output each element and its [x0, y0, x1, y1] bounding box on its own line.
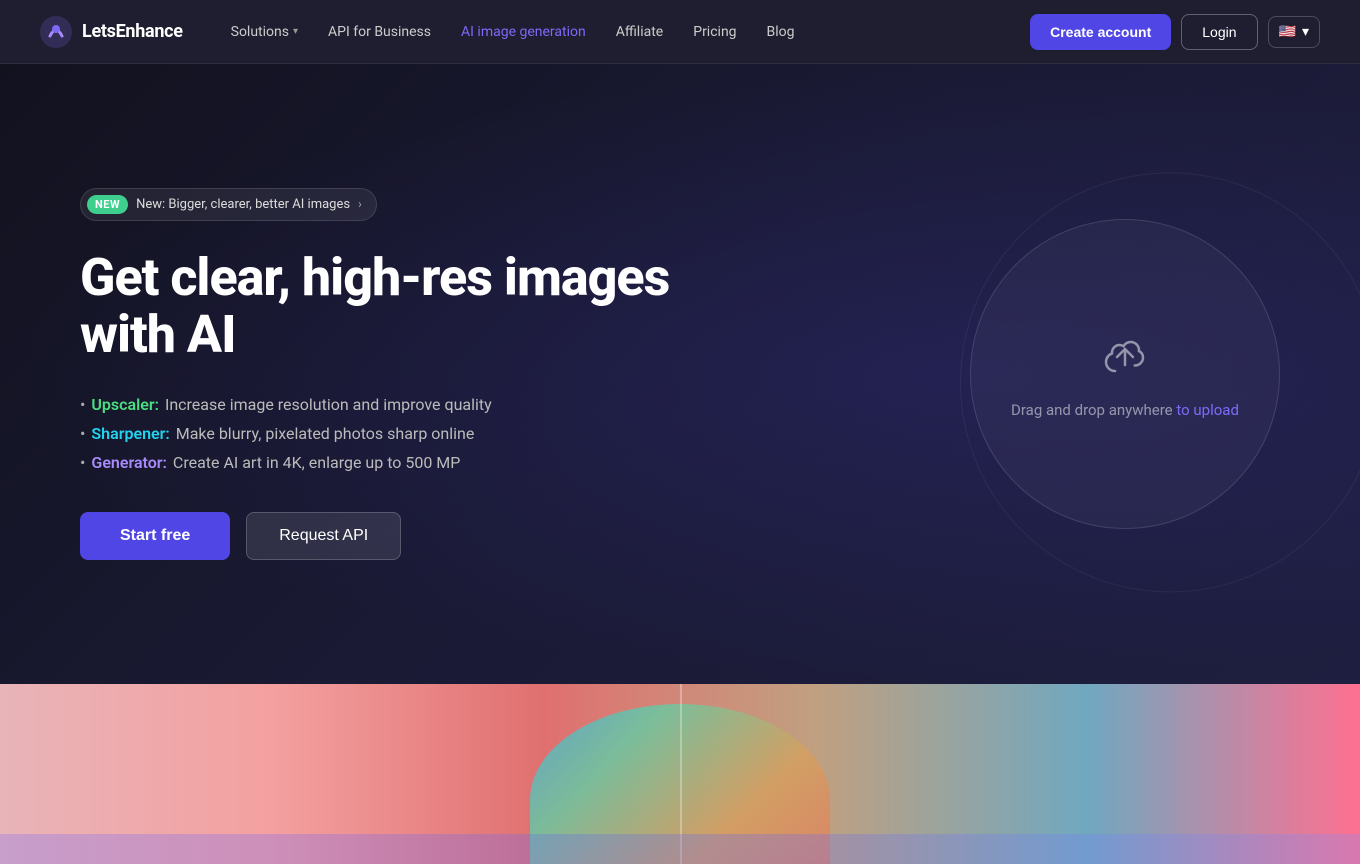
chameleon-image-section — [0, 684, 1360, 864]
upload-icon — [1097, 329, 1153, 385]
new-badge-wrapper[interactable]: NEW New: Bigger, clearer, better AI imag… — [80, 188, 377, 221]
lang-chevron-icon: ▾ — [1302, 24, 1309, 40]
upscaler-label: Upscaler: — [91, 395, 159, 414]
nav-api-business[interactable]: API for Business — [316, 18, 443, 46]
start-free-button[interactable]: Start free — [80, 512, 230, 560]
generator-label: Generator: — [91, 453, 167, 472]
nav-right: Create account Login 🇺🇸 ▾ — [1030, 14, 1320, 50]
upload-dropzone[interactable]: Drag and drop anywhere to upload — [970, 219, 1280, 529]
sharpener-text: Make blurry, pixelated photos sharp onli… — [176, 424, 475, 443]
hero-content: NEW New: Bigger, clearer, better AI imag… — [80, 188, 680, 560]
nav-solutions[interactable]: Solutions ▾ — [219, 18, 310, 46]
upload-text: Drag and drop anywhere to upload — [1011, 401, 1239, 419]
upload-link[interactable]: to upload — [1176, 401, 1239, 419]
feature-sharpener: Sharpener: Make blurry, pixelated photos… — [80, 424, 680, 443]
nav-links: Solutions ▾ API for Business AI image ge… — [219, 18, 807, 46]
logo-icon — [40, 16, 72, 48]
hero-features: Upscaler: Increase image resolution and … — [80, 395, 680, 472]
generator-text: Create AI art in 4K, enlarge up to 500 M… — [173, 453, 460, 472]
feature-upscaler: Upscaler: Increase image resolution and … — [80, 395, 680, 414]
flag-icon: 🇺🇸 — [1279, 24, 1296, 40]
chevron-right-icon: › — [358, 197, 362, 211]
create-account-button[interactable]: Create account — [1030, 14, 1171, 50]
login-button[interactable]: Login — [1181, 14, 1257, 50]
nav-affiliate[interactable]: Affiliate — [604, 18, 676, 46]
nav-blog[interactable]: Blog — [755, 18, 807, 46]
hero-section: NEW New: Bigger, clearer, better AI imag… — [0, 64, 1360, 684]
bottom-gradient — [0, 834, 1360, 864]
nav-pricing[interactable]: Pricing — [681, 18, 748, 46]
language-selector[interactable]: 🇺🇸 ▾ — [1268, 16, 1320, 48]
logo[interactable]: LetsEnhance — [40, 16, 183, 48]
hero-title: Get clear, high-res images with AI — [80, 249, 680, 363]
nav-left: LetsEnhance Solutions ▾ API for Business… — [40, 16, 807, 48]
chevron-down-icon: ▾ — [293, 26, 298, 37]
new-badge-text: New: Bigger, clearer, better AI images — [136, 197, 350, 212]
upscaler-text: Increase image resolution and improve qu… — [165, 395, 492, 414]
feature-generator: Generator: Create AI art in 4K, enlarge … — [80, 453, 680, 472]
request-api-button[interactable]: Request API — [246, 512, 401, 560]
nav-ai-image[interactable]: AI image generation — [449, 18, 598, 46]
logo-text: LetsEnhance — [82, 21, 183, 42]
new-badge: NEW — [87, 195, 128, 214]
hero-buttons: Start free Request API — [80, 512, 680, 560]
navbar: LetsEnhance Solutions ▾ API for Business… — [0, 0, 1360, 64]
sharpener-label: Sharpener: — [91, 424, 169, 443]
